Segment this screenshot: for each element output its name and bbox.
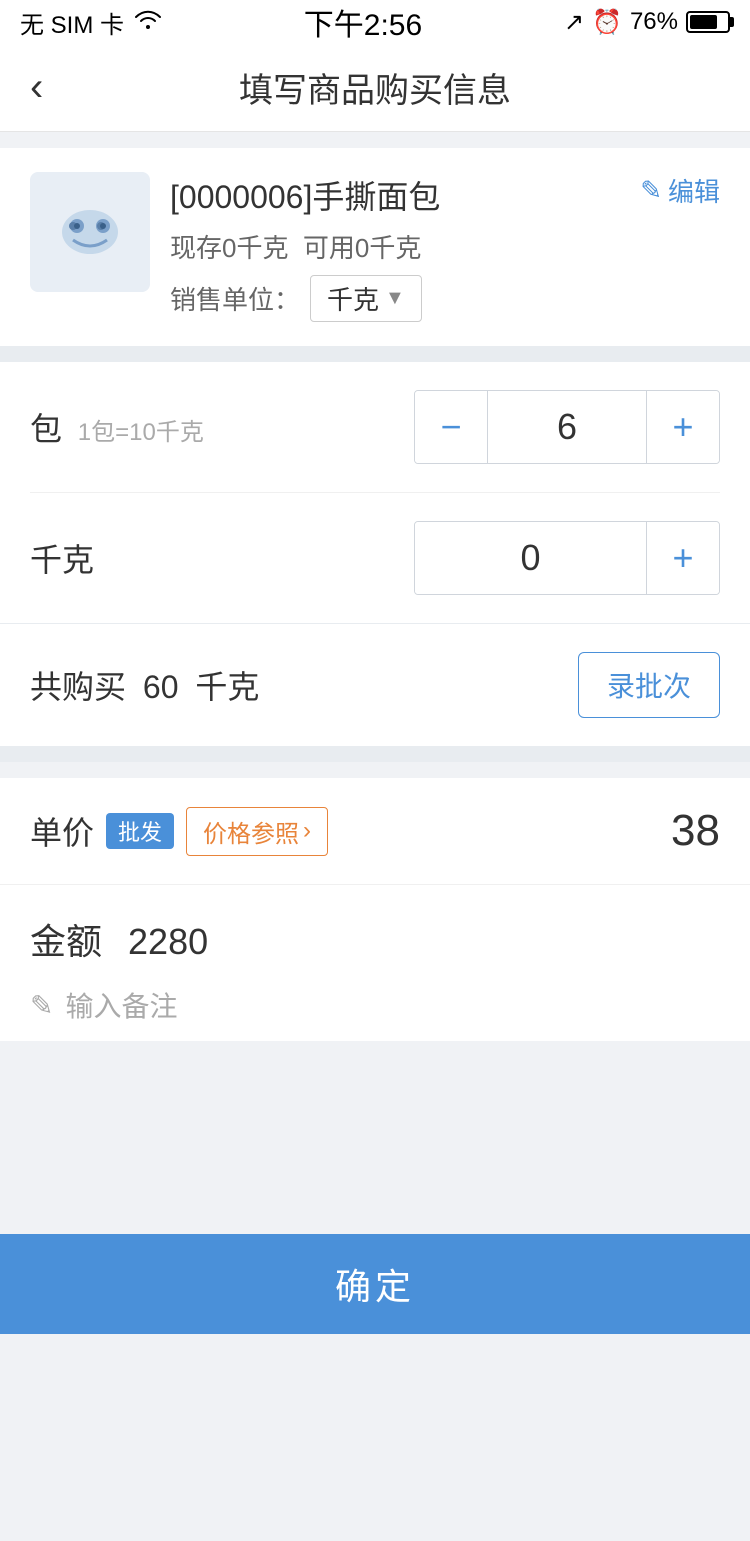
price-section: 单价 批发 价格参照 › 38 <box>0 778 750 885</box>
section-divider-2 <box>0 746 750 762</box>
quantity-section: 包 1包=10千克 − + 千克 + <box>0 362 750 623</box>
bag-label: 包 1包=10千克 <box>30 404 204 450</box>
location-icon: ↗ <box>564 8 584 37</box>
back-button[interactable]: ‹ <box>20 55 53 120</box>
product-image <box>30 172 150 292</box>
battery-icon <box>686 11 730 33</box>
edit-button[interactable]: ✎ 编辑 <box>640 172 720 209</box>
product-name: [0000006]手撕面包 <box>170 172 720 218</box>
price-reference-button[interactable]: 价格参照 › <box>186 807 328 856</box>
remark-placeholder: 输入备注 <box>65 985 177 1025</box>
price-left: 单价 批发 价格参照 › <box>30 807 328 856</box>
kg-quantity-input[interactable] <box>415 522 647 594</box>
product-info: [0000006]手撕面包 现存0千克 可用0千克 销售单位： 千克 ▼ <box>170 172 720 322</box>
total-row: 共购买 60 千克 录批次 <box>0 623 750 746</box>
bag-plus-button[interactable]: + <box>647 391 719 463</box>
status-bar: 无 SIM 卡 下午2:56 ↗ ⏰ 76% <box>0 0 750 44</box>
kg-plus-button[interactable]: + <box>647 522 719 594</box>
product-unit-row: 销售单位： 千克 ▼ <box>170 275 720 322</box>
carrier-text: 无 SIM 卡 <box>20 5 124 40</box>
kg-label: 千克 <box>30 535 94 581</box>
total-text: 共购买 60 千克 <box>30 662 259 708</box>
record-batch-button[interactable]: 录批次 <box>578 652 720 718</box>
product-card: [0000006]手撕面包 现存0千克 可用0千克 销售单位： 千克 ▼ ✎ 编… <box>0 148 750 346</box>
wifi-icon <box>134 8 162 36</box>
chevron-right-icon: › <box>303 817 311 845</box>
battery-percent: 76% <box>630 8 678 36</box>
product-stock: 现存0千克 可用0千克 <box>170 228 720 265</box>
price-value: 38 <box>671 806 720 856</box>
status-left: 无 SIM 卡 <box>20 5 162 40</box>
remark-row[interactable]: ✎ 输入备注 <box>30 985 720 1025</box>
time-display: 下午2:56 <box>304 0 422 44</box>
remark-icon: ✎ <box>30 989 53 1022</box>
status-right: ↗ ⏰ 76% <box>564 8 730 37</box>
price-tag: 批发 <box>106 813 174 849</box>
kg-quantity-row: 千克 + <box>30 493 720 623</box>
bag-minus-button[interactable]: − <box>415 391 487 463</box>
amount-section: 金额 2280 ✎ 输入备注 <box>0 885 750 1041</box>
page-title: 填写商品购买信息 <box>239 63 511 112</box>
dropdown-arrow-icon: ▼ <box>385 287 405 310</box>
kg-quantity-control: + <box>414 521 720 595</box>
nav-bar: ‹ 填写商品购买信息 <box>0 44 750 132</box>
bag-quantity-row: 包 1包=10千克 − + <box>30 362 720 493</box>
edit-icon: ✎ <box>640 175 662 206</box>
alarm-icon: ⏰ <box>592 8 622 37</box>
section-divider-1 <box>0 346 750 362</box>
bag-quantity-input[interactable] <box>487 391 647 463</box>
unit-selector[interactable]: 千克 ▼ <box>310 275 422 322</box>
amount-row: 金额 2280 <box>30 913 720 965</box>
bag-quantity-control: − + <box>414 390 720 464</box>
confirm-button[interactable]: 确定 <box>0 1234 750 1334</box>
